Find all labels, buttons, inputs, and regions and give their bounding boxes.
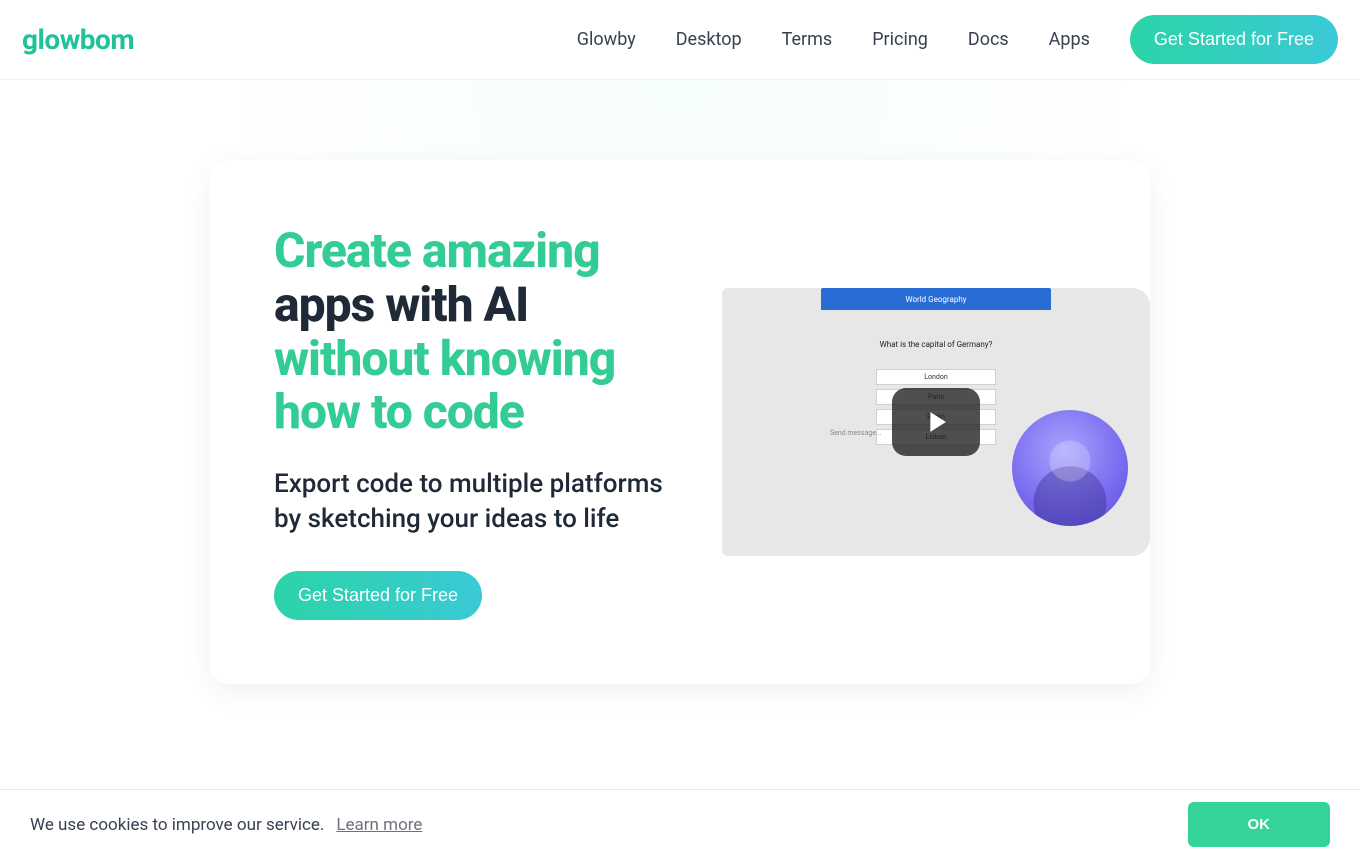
nav-link-docs[interactable]: Docs xyxy=(968,29,1009,50)
get-started-button[interactable]: Get Started for Free xyxy=(1130,15,1338,64)
avatar xyxy=(1012,410,1128,526)
hero-section: Create amazing apps with AI without know… xyxy=(0,80,1360,684)
hero-card: Create amazing apps with AI without know… xyxy=(210,160,1150,684)
cookie-learn-more-link[interactable]: Learn more xyxy=(336,815,422,835)
cookie-banner: We use cookies to improve our service. L… xyxy=(0,789,1360,859)
header: glowbom Glowby Desktop Terms Pricing Doc… xyxy=(0,0,1360,80)
cookie-accept-button[interactable]: OK xyxy=(1188,802,1331,847)
preview-question: What is the capital of Germany? xyxy=(821,340,1051,349)
preview-input-placeholder: Send message... xyxy=(830,429,881,437)
hero-sub-line1: Export code to multiple platforms xyxy=(274,469,663,499)
play-icon xyxy=(919,405,953,439)
cookie-text: We use cookies to improve our service. xyxy=(30,815,324,835)
video-preview[interactable]: World Geography What is the capital of G… xyxy=(722,288,1150,556)
hero-title-line3: without knowing how to code xyxy=(274,330,615,441)
nav-link-terms[interactable]: Terms xyxy=(782,29,833,50)
preview-option: London xyxy=(876,369,996,385)
hero-cta-wrap: Get Started for Free xyxy=(274,571,696,620)
hero-sub-line2: by sketching your ideas to life xyxy=(274,504,619,534)
hero-title: Create amazing apps with AI without know… xyxy=(274,224,696,439)
hero-title-line1: Create amazing xyxy=(274,222,600,279)
preview-app-title: World Geography xyxy=(821,288,1051,310)
nav-link-pricing[interactable]: Pricing xyxy=(872,29,928,50)
play-button[interactable] xyxy=(892,388,980,456)
hero-subtitle: Export code to multiple platforms by ske… xyxy=(274,467,696,537)
nav-link-apps[interactable]: Apps xyxy=(1049,29,1090,50)
hero-title-line2: apps with AI xyxy=(274,276,528,333)
nav-link-glowby[interactable]: Glowby xyxy=(577,29,636,50)
hero-content: Create amazing apps with AI without know… xyxy=(274,224,696,620)
hero-get-started-button[interactable]: Get Started for Free xyxy=(274,571,482,620)
logo[interactable]: glowbom xyxy=(22,23,134,56)
nav-link-desktop[interactable]: Desktop xyxy=(676,29,742,50)
top-nav: Glowby Desktop Terms Pricing Docs Apps G… xyxy=(577,15,1338,64)
cookie-message: We use cookies to improve our service. L… xyxy=(30,815,422,835)
